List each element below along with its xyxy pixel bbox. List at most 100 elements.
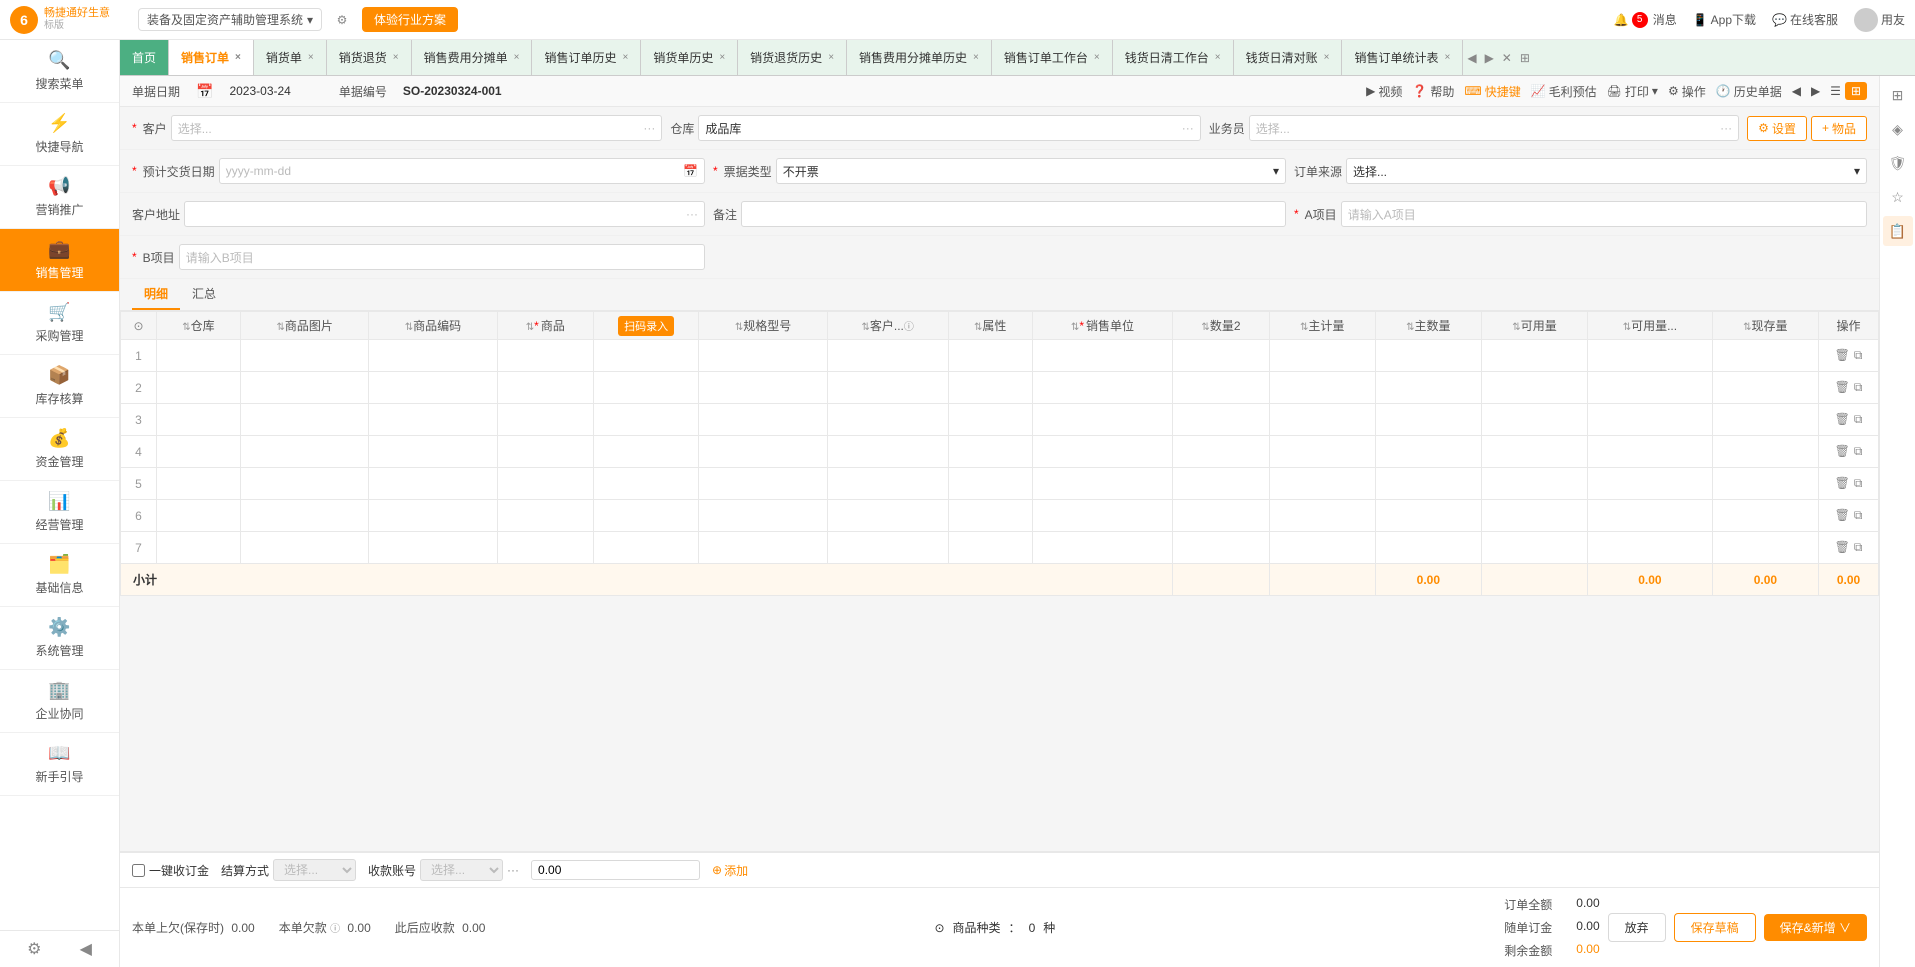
- tab-close-sales-order[interactable]: ×: [235, 52, 241, 63]
- payment-method-select[interactable]: 选择...: [273, 859, 356, 881]
- notification-bell[interactable]: 🔔 5 消息: [1614, 11, 1677, 28]
- toolbar-operation[interactable]: ⚙ 操作: [1668, 83, 1706, 100]
- delete-row-7[interactable]: 🗑: [1835, 540, 1850, 554]
- sidebar-settings-icon[interactable]: ⚙: [27, 939, 41, 959]
- copy-row-2[interactable]: ⧉: [1854, 380, 1863, 394]
- copy-row-3[interactable]: ⧉: [1854, 412, 1863, 426]
- sidebar-item-marketing[interactable]: 📢 营销推广: [0, 166, 119, 229]
- sidebar-item-inventory[interactable]: 📦 库存核算: [0, 355, 119, 418]
- tab-close-refund-history[interactable]: ×: [828, 52, 834, 63]
- th-settings[interactable]: ⊙: [121, 312, 157, 340]
- app-download-link[interactable]: 📱 App下载: [1693, 11, 1756, 28]
- solution-button[interactable]: 体验行业方案: [362, 7, 458, 32]
- tab-close-return-history[interactable]: ×: [719, 52, 725, 63]
- copy-row-5[interactable]: ⧉: [1854, 476, 1863, 490]
- list-view-icon[interactable]: ☰: [1830, 82, 1841, 100]
- save-draft-button[interactable]: 保存草稿: [1674, 913, 1756, 942]
- delete-row-4[interactable]: 🗑: [1835, 444, 1850, 458]
- tab-close-cash-workbench[interactable]: ×: [1215, 52, 1221, 63]
- date-picker-icon[interactable]: 📅: [683, 164, 698, 178]
- sidebar-item-base[interactable]: 🗂️ 基础信息: [0, 544, 119, 607]
- toolbar-profit[interactable]: 📈 毛利预估: [1531, 83, 1597, 100]
- save-new-button[interactable]: 保存&新增 ∨: [1764, 914, 1867, 941]
- tab-nav-more[interactable]: ⊞: [1516, 51, 1534, 65]
- settings-button[interactable]: ⚙ 设置: [1747, 116, 1807, 141]
- tab-close-fee-split[interactable]: ×: [514, 52, 520, 63]
- right-btn-grid[interactable]: ⊞: [1883, 80, 1913, 110]
- order-source-select[interactable]: 选择... ▾: [1346, 158, 1867, 184]
- bank-account-select[interactable]: 选择...: [420, 859, 503, 881]
- sidebar-collapse-icon[interactable]: ◀: [80, 939, 92, 959]
- tab-sales-fee-split[interactable]: 销售费用分摊单 ×: [412, 40, 533, 76]
- add-product-button[interactable]: + 物品: [1811, 116, 1867, 141]
- tab-sales-return[interactable]: 销货单 ×: [254, 40, 327, 76]
- calendar-icon[interactable]: 📅: [196, 83, 213, 100]
- toolbar-shortcut[interactable]: ⌨ 快捷键: [1464, 83, 1520, 100]
- detail-tab-huizong[interactable]: 汇总: [180, 279, 228, 310]
- customer-input[interactable]: 选择... ···: [171, 115, 663, 141]
- a-project-input[interactable]: 请输入A项目: [1341, 201, 1867, 227]
- grid-view-icon[interactable]: ⊞: [1845, 82, 1867, 100]
- tab-close-fee-history[interactable]: ×: [973, 52, 979, 63]
- tab-nav-prev[interactable]: ◀: [1463, 51, 1480, 65]
- copy-row-4[interactable]: ⧉: [1854, 444, 1863, 458]
- tab-sales-order[interactable]: 销售订单 ×: [169, 40, 254, 76]
- one-click-checkout-checkbox[interactable]: [132, 864, 145, 877]
- invoice-type-select[interactable]: 不开票 ▾: [776, 158, 1286, 184]
- tab-close-sales-refund[interactable]: ×: [393, 52, 399, 63]
- tab-sales-order-history[interactable]: 销售订单历史 ×: [532, 40, 641, 76]
- table-scrollbar[interactable]: [120, 840, 1879, 852]
- system-selector[interactable]: 装备及固定资产辅助管理系统 ▾: [138, 8, 322, 31]
- tab-home[interactable]: 首页: [120, 40, 169, 76]
- delete-row-2[interactable]: 🗑: [1835, 380, 1850, 394]
- tab-fee-history[interactable]: 销售费用分摊单历史 ×: [847, 40, 992, 76]
- settings-icon[interactable]: ⚙: [330, 8, 354, 32]
- delete-row-3[interactable]: 🗑: [1835, 412, 1850, 426]
- right-btn-star[interactable]: ☆: [1883, 182, 1913, 212]
- remarks-input[interactable]: [741, 201, 1286, 227]
- warehouse-input[interactable]: 成品库 ···: [698, 115, 1200, 141]
- tab-close-cash-reconcile[interactable]: ×: [1324, 52, 1330, 63]
- customer-address-input[interactable]: ···: [184, 201, 705, 227]
- tab-sales-stats[interactable]: 销售订单统计表 ×: [1342, 40, 1463, 76]
- col-settings-icon[interactable]: ⊙: [133, 319, 143, 333]
- detail-tab-mingxi[interactable]: 明细: [132, 279, 180, 310]
- add-button[interactable]: ⊕ 添加: [712, 862, 748, 879]
- toolbar-history[interactable]: 🕐 历史单据: [1716, 83, 1782, 100]
- right-btn-form[interactable]: 📋: [1883, 216, 1913, 246]
- right-btn-fingerprint[interactable]: ◈: [1883, 114, 1913, 144]
- copy-row-7[interactable]: ⧉: [1854, 540, 1863, 554]
- sidebar-item-quick[interactable]: ⚡ 快捷导航: [0, 103, 119, 166]
- tab-close-sales-return[interactable]: ×: [308, 52, 314, 63]
- tab-sales-refund-history[interactable]: 销货退货历史 ×: [738, 40, 847, 76]
- copy-row-6[interactable]: ⧉: [1854, 508, 1863, 522]
- tab-sales-refund-delivery[interactable]: 销货退货 ×: [327, 40, 412, 76]
- sidebar-item-enterprise[interactable]: 🏢 企业协同: [0, 670, 119, 733]
- toolbar-print[interactable]: 🖨 打印 ▾: [1607, 83, 1658, 100]
- tab-nav-next[interactable]: ▶: [1481, 51, 1498, 65]
- toolbar-nav-prev[interactable]: ◀: [1792, 84, 1801, 98]
- scan-btn[interactable]: 扫码录入: [618, 316, 674, 336]
- sidebar-item-sales[interactable]: 💼 销售管理: [0, 229, 119, 292]
- discard-button[interactable]: 放弃: [1608, 913, 1666, 942]
- sidebar-item-search[interactable]: 🔍 搜索菜单: [0, 40, 119, 103]
- delete-row-1[interactable]: 🗑: [1835, 348, 1850, 362]
- user-avatar[interactable]: 用友: [1854, 8, 1905, 32]
- sidebar-item-guide[interactable]: 📖 新手引导: [0, 733, 119, 796]
- right-btn-shield[interactable]: 🛡: [1883, 148, 1913, 178]
- delivery-date-input[interactable]: yyyy-mm-dd 📅: [219, 158, 705, 184]
- sidebar-item-operations[interactable]: 📊 经营管理: [0, 481, 119, 544]
- tab-close-order-workbench[interactable]: ×: [1094, 52, 1100, 63]
- tab-close-order-history[interactable]: ×: [622, 52, 628, 63]
- amount-input[interactable]: [531, 860, 700, 880]
- sidebar-item-finance[interactable]: 💰 资金管理: [0, 418, 119, 481]
- tab-nav-close-all[interactable]: ✕: [1498, 51, 1516, 65]
- toolbar-view[interactable]: ▶ 视频: [1366, 83, 1402, 100]
- b-project-input[interactable]: 请输入B项目: [179, 244, 705, 270]
- delete-row-5[interactable]: 🗑: [1835, 476, 1850, 490]
- copy-row-1[interactable]: ⧉: [1854, 348, 1863, 362]
- tab-close-sales-stats[interactable]: ×: [1444, 52, 1450, 63]
- sidebar-item-system[interactable]: ⚙️ 系统管理: [0, 607, 119, 670]
- tab-cash-workbench[interactable]: 钱货日清工作台 ×: [1113, 40, 1234, 76]
- online-support-link[interactable]: 💬 在线客服: [1772, 11, 1838, 28]
